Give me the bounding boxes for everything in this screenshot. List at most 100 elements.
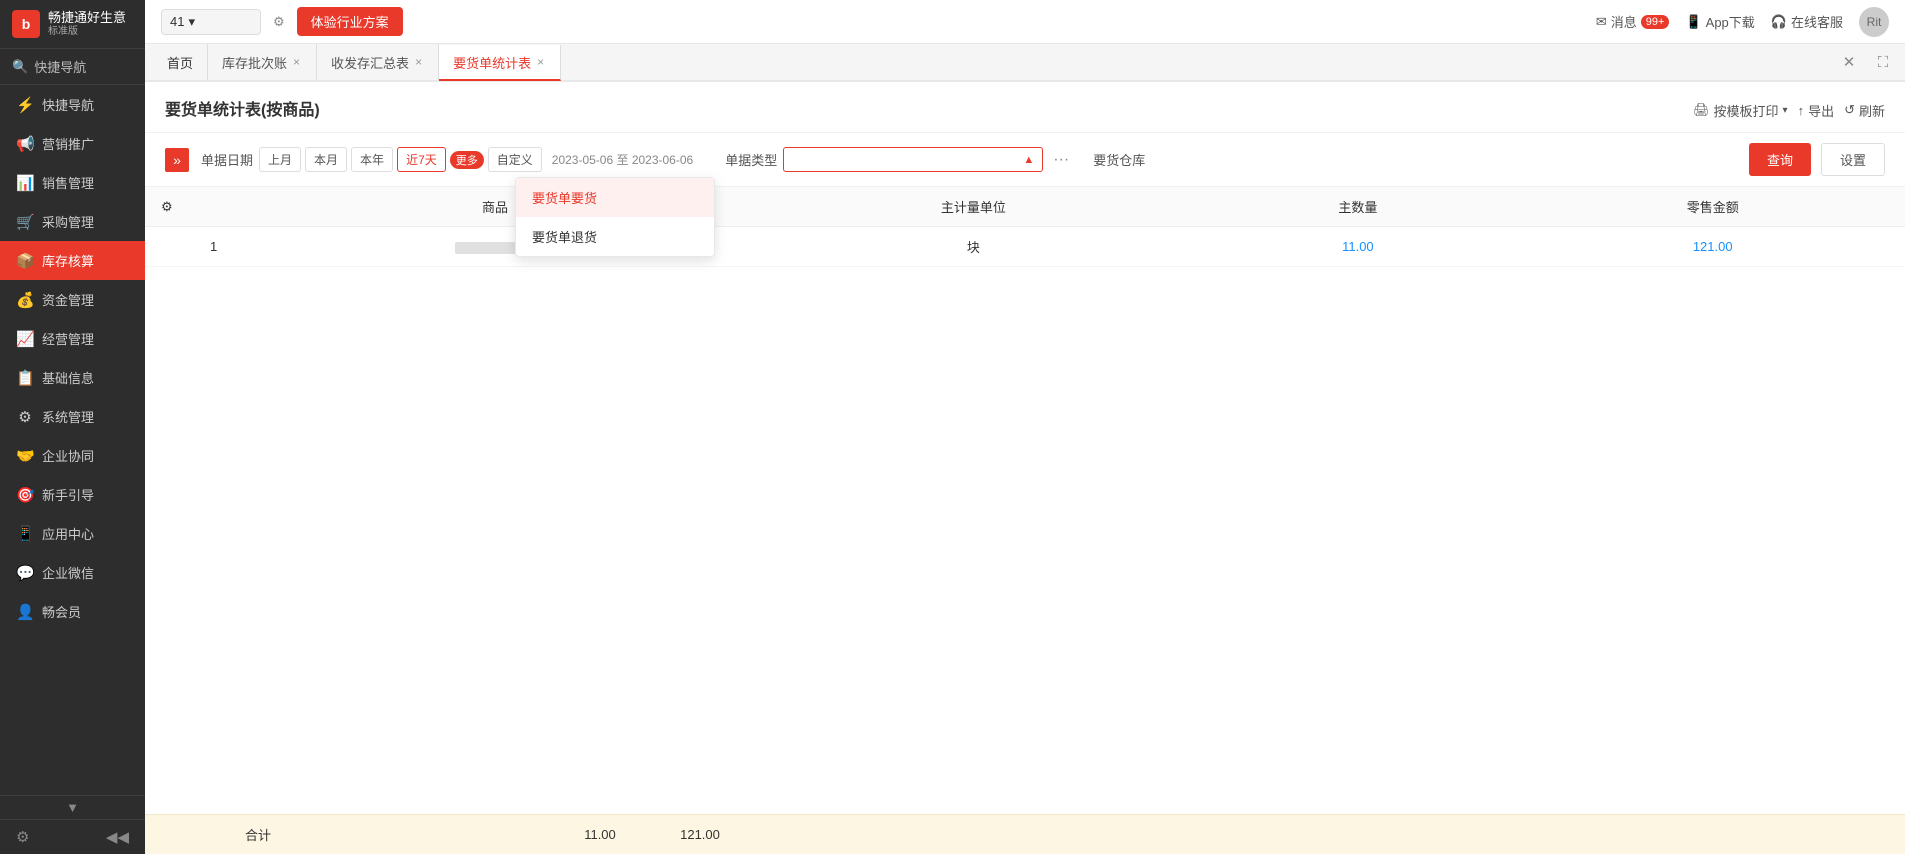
operations-icon: 📈 xyxy=(16,330,34,348)
nav-label-finance: 资金管理 xyxy=(42,290,94,309)
col-idx xyxy=(189,187,239,227)
type-select-arrow: ▲ xyxy=(1023,154,1034,166)
retail-amount-link[interactable]: 121.00 xyxy=(1693,239,1733,254)
gear-icon[interactable]: ⚙ xyxy=(161,199,173,214)
date-buttons: 上月 本月 本年 近7天 更多 自定义 xyxy=(259,147,542,172)
filter-area: » 单据日期 上月 本月 本年 近7天 更多 自定义 2023-05-06 至 … xyxy=(145,133,1905,187)
collapse-btn[interactable]: ◀◀ xyxy=(106,828,129,846)
settings-btn[interactable]: ⚙ xyxy=(16,828,29,846)
sidebar-item-inventory[interactable]: 📦 库存核算 xyxy=(0,241,145,280)
quantity-link[interactable]: 11.00 xyxy=(1342,239,1374,254)
online-service-label: 在线客服 xyxy=(1791,12,1843,31)
type-select-value xyxy=(792,152,972,167)
row-retail-amount[interactable]: 121.00 xyxy=(1520,227,1905,267)
user-avatar[interactable]: Rit xyxy=(1859,7,1889,37)
col-retail-amount: 零售金额 xyxy=(1520,187,1905,227)
nav-label-marketing: 营销推广 xyxy=(42,134,94,153)
avatar-text: Rit xyxy=(1867,15,1882,29)
tab-inventory-batch-close[interactable]: × xyxy=(291,55,302,69)
search-menu-label: 快捷导航 xyxy=(34,57,86,76)
sales-icon: 📊 xyxy=(16,174,34,192)
warehouse-filter-group: 要货仓库 xyxy=(1093,150,1145,169)
export-action[interactable]: ↑ 导出 xyxy=(1798,101,1835,120)
online-service-action[interactable]: 🎧 在线客服 xyxy=(1771,12,1843,31)
wechat-icon: 💬 xyxy=(16,564,34,582)
settings-icon-header[interactable]: ⚙ xyxy=(273,14,285,30)
tab-home-label: 首页 xyxy=(167,53,193,72)
trial-button[interactable]: 体验行业方案 xyxy=(297,7,403,36)
table-footer: 合计 11.00 121.00 xyxy=(145,814,1905,854)
app-download-action[interactable]: 📱 App下载 xyxy=(1685,12,1754,31)
header-right: ✉ 消息 99+ 📱 App下载 🎧 在线客服 Rit xyxy=(1596,7,1889,37)
tab-expand-icon[interactable]: ⛶ xyxy=(1869,48,1897,76)
tab-home[interactable]: 首页 xyxy=(153,44,208,80)
sidebar-item-wechat[interactable]: 💬 企业微信 xyxy=(0,553,145,592)
tab-requisition-stats-close[interactable]: × xyxy=(535,55,546,69)
sidebar-item-appstore[interactable]: 📱 应用中心 xyxy=(0,514,145,553)
tab-inventory-batch[interactable]: 库存批次账 × xyxy=(208,44,317,80)
date-range-text: 2023-05-06 至 2023-06-06 xyxy=(552,151,693,168)
service-icon: 🎧 xyxy=(1771,14,1787,30)
sidebar-item-quick-nav[interactable]: ⚡ 快捷导航 xyxy=(0,85,145,124)
print-icon: 🖨 xyxy=(1693,102,1710,118)
tab-inventory-batch-label: 库存批次账 xyxy=(222,53,287,72)
footer-quantity: 11.00 xyxy=(550,827,650,842)
sidebar-item-purchase[interactable]: 🛒 采购管理 xyxy=(0,202,145,241)
sidebar-item-marketing[interactable]: 📢 营销推广 xyxy=(0,124,145,163)
basic-icon: 📋 xyxy=(16,369,34,387)
sidebar-item-member[interactable]: 👤 畅会员 xyxy=(0,592,145,631)
col-gear[interactable]: ⚙ xyxy=(145,187,189,227)
store-count: 41 xyxy=(170,14,184,29)
store-selector[interactable]: 41 ▾ xyxy=(161,9,261,35)
sidebar-item-sales[interactable]: 📊 销售管理 xyxy=(0,163,145,202)
top-header: 41 ▾ ⚙ 体验行业方案 ✉ 消息 99+ 📱 App下载 🎧 在线客服 Ri… xyxy=(145,0,1905,44)
filter-more-dots[interactable]: ··· xyxy=(1053,151,1069,169)
sidebar-item-guide[interactable]: 🎯 新手引导 xyxy=(0,475,145,514)
refresh-action[interactable]: ↺ 刷新 xyxy=(1844,101,1885,120)
sidebar-item-operations[interactable]: 📈 经营管理 xyxy=(0,319,145,358)
sidebar-item-finance[interactable]: 💰 资金管理 xyxy=(0,280,145,319)
tab-requisition-stats[interactable]: 要货单统计表 × xyxy=(439,45,561,81)
search-menu-item[interactable]: 🔍 快捷导航 xyxy=(0,49,145,85)
nav-label-operations: 经营管理 xyxy=(42,329,94,348)
nav-label-inventory: 库存核算 xyxy=(42,251,94,270)
row-quantity[interactable]: 11.00 xyxy=(1195,227,1520,267)
date-btn-this-month[interactable]: 本月 xyxy=(305,147,347,172)
logo-icon: b xyxy=(12,10,40,38)
footer-label: 合计 xyxy=(145,825,385,844)
tab-receive-summary[interactable]: 收发存汇总表 × xyxy=(317,44,439,80)
store-dropdown-icon: ▾ xyxy=(188,14,195,30)
nav-label-wechat: 企业微信 xyxy=(42,563,94,582)
main-content: 41 ▾ ⚙ 体验行业方案 ✉ 消息 99+ 📱 App下载 🎧 在线客服 Ri… xyxy=(145,0,1905,854)
data-table: ⚙ 商品 主计量单位 主数量 零售金额 xyxy=(145,187,1905,267)
dropdown-option-0[interactable]: 要货单要货 xyxy=(516,178,714,217)
tab-bar-actions: ✕ ⛶ xyxy=(1835,48,1897,76)
expand-filter-btn[interactable]: » xyxy=(165,148,189,172)
print-label: 按模板打印 xyxy=(1714,101,1779,120)
app-version: 标准版 xyxy=(48,26,126,38)
message-action[interactable]: ✉ 消息 99+ xyxy=(1596,12,1670,31)
nav-label-sales: 销售管理 xyxy=(42,173,94,192)
tab-receive-summary-close[interactable]: × xyxy=(413,55,424,69)
date-btn-custom[interactable]: 自定义 xyxy=(488,147,542,172)
row-gear xyxy=(145,227,189,267)
sidebar-scroll-down[interactable]: ▼ xyxy=(0,795,145,819)
query-actions: 查询 设置 xyxy=(1749,143,1885,176)
date-btn-last-month[interactable]: 上月 xyxy=(259,147,301,172)
col-unit: 主计量单位 xyxy=(751,187,1195,227)
sidebar-item-system[interactable]: ⚙ 系统管理 xyxy=(0,397,145,436)
tab-close-all-icon[interactable]: ✕ xyxy=(1835,48,1863,76)
print-template-action[interactable]: 🖨 按模板打印 ▾ xyxy=(1693,101,1788,120)
query-button[interactable]: 查询 xyxy=(1749,143,1811,176)
sidebar: b 畅捷通好生意 标准版 🔍 快捷导航 ⚡ 快捷导航 📢 营销推广 📊 销售管理… xyxy=(0,0,145,854)
set-button[interactable]: 设置 xyxy=(1821,143,1885,176)
date-more-badge[interactable]: 更多 xyxy=(450,151,484,169)
date-btn-this-year[interactable]: 本年 xyxy=(351,147,393,172)
refresh-icon: ↺ xyxy=(1844,102,1855,118)
dropdown-option-1[interactable]: 要货单退货 xyxy=(516,217,714,256)
type-select[interactable]: ▲ xyxy=(783,147,1043,172)
sidebar-item-enterprise[interactable]: 🤝 企业协同 xyxy=(0,436,145,475)
sidebar-item-basic[interactable]: 📋 基础信息 xyxy=(0,358,145,397)
nav-label-system: 系统管理 xyxy=(42,407,94,426)
date-btn-7days[interactable]: 近7天 xyxy=(397,147,446,172)
